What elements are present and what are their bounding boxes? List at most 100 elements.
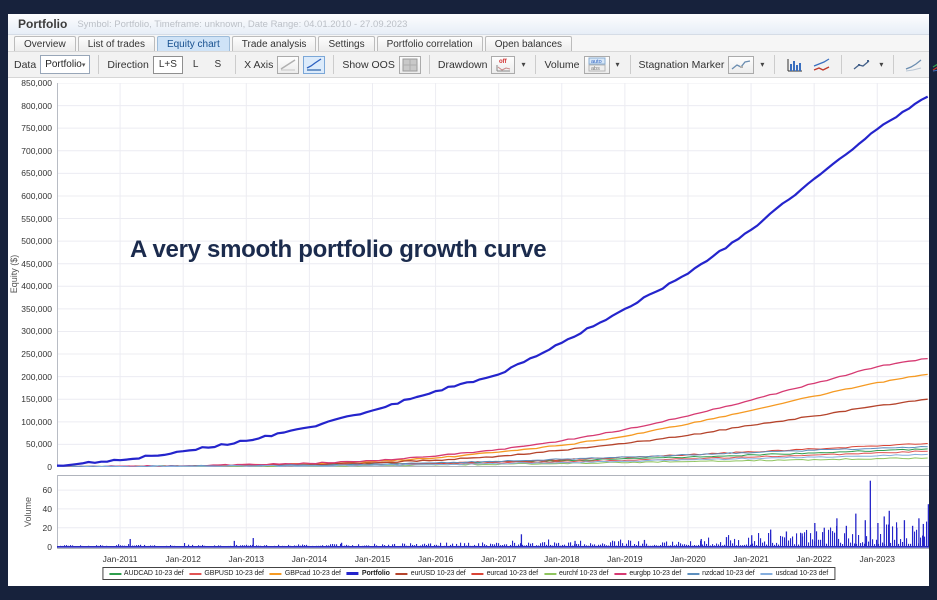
legend-item[interactable]: eurgbp 10-23 def [614, 570, 681, 577]
line-style-dropdown-arrow[interactable]: ▾ [877, 56, 885, 74]
legend-item[interactable]: GBPcad 10-23 def [270, 570, 341, 577]
tab-open-balances[interactable]: Open balances [485, 36, 572, 51]
legend-item[interactable]: Portfolio [347, 570, 390, 577]
legend-item[interactable]: eurchf 10-23 def [544, 570, 608, 577]
equity-y-tick: 750,000 [8, 123, 52, 133]
volume-auto-icon: auto abs [587, 57, 607, 72]
legend-item[interactable]: eurcad 10-23 def [472, 570, 538, 577]
stagnation-marker-icon [731, 58, 751, 72]
equity-y-tick: 550,000 [8, 214, 52, 224]
volume-y-tick: 20 [8, 523, 52, 533]
tab-list-of-trades[interactable]: List of trades [78, 36, 155, 51]
histogram-view-button[interactable] [783, 56, 806, 74]
equity-y-tick: 700,000 [8, 146, 52, 156]
legend-item[interactable]: usdcad 10-23 def [761, 570, 829, 577]
x-axis-date-button[interactable] [303, 56, 325, 74]
data-label: Data [14, 59, 36, 71]
tab-portfolio-correlation[interactable]: Portfolio correlation [377, 36, 483, 51]
legend-marker [761, 573, 773, 575]
stagnation-dropdown-arrow[interactable]: ▾ [758, 56, 766, 74]
drawdown-button[interactable]: off [491, 56, 515, 74]
x-tick: Jan-2021 [720, 554, 782, 564]
multi-curve-view-button[interactable] [929, 56, 937, 74]
equity-y-tick: 0 [8, 462, 52, 472]
legend-label: Portfolio [362, 570, 390, 577]
equity-drawdown-view-button[interactable] [810, 56, 833, 74]
legend-label: eurcad 10-23 def [487, 570, 538, 577]
equity-y-tick: 150,000 [8, 394, 52, 404]
toolbar-separator [630, 55, 631, 74]
volume-dropdown-arrow[interactable]: ▾ [614, 56, 622, 74]
volume-mode-button[interactable]: auto abs [584, 56, 610, 74]
chart-area: Equity ($) A very smooth portfolio growt… [8, 78, 929, 586]
legend-marker [347, 572, 359, 575]
equity-y-tick: 350,000 [8, 304, 52, 314]
x-tick: Jan-2017 [468, 554, 530, 564]
x-axis-label: X Axis [244, 59, 273, 71]
show-oos-button[interactable] [399, 56, 421, 74]
tab-overview[interactable]: Overview [14, 36, 76, 51]
x-axis-trades-button[interactable] [277, 56, 299, 74]
tab-settings[interactable]: Settings [318, 36, 374, 51]
volume-mode-top-text: auto [591, 59, 602, 65]
x-tick: Jan-2023 [846, 554, 908, 564]
tab-bar: OverviewList of tradesEquity chartTrade … [8, 35, 929, 52]
legend-item[interactable]: GBPUSD 10-23 def [189, 570, 264, 577]
direction-long-short-button[interactable]: L+S [153, 56, 183, 74]
window-subtitle: Symbol: Portfolio, Timeframe: unknown, D… [77, 19, 407, 30]
volume-y-tick: 40 [8, 504, 52, 514]
equity-y-tick: 500,000 [8, 236, 52, 246]
toolbar-separator [893, 55, 894, 74]
equity-y-tick: 850,000 [8, 78, 52, 88]
x-axis-linear-icon [280, 58, 296, 71]
window-title: Portfolio [18, 17, 67, 31]
equity-y-tick: 250,000 [8, 349, 52, 359]
legend-marker [270, 573, 282, 575]
legend-marker [614, 573, 626, 575]
legend-item[interactable]: eurUSD 10-23 def [396, 570, 466, 577]
screenshot-frame: Portfolio Symbol: Portfolio, Timeframe: … [0, 0, 937, 600]
legend-label: eurgbp 10-23 def [629, 570, 681, 577]
direction-short-button[interactable]: S [208, 56, 227, 74]
x-tick: Jan-2013 [215, 554, 277, 564]
legend-label: GBPUSD 10-23 def [204, 570, 264, 577]
x-tick: Jan-2015 [341, 554, 403, 564]
legend-label: eurchf 10-23 def [559, 570, 608, 577]
legend-item[interactable]: AUDCAD 10-23 def [109, 570, 183, 577]
volume-chart[interactable] [57, 475, 929, 551]
stagnation-marker-button[interactable] [728, 56, 754, 74]
toolbar-separator [535, 55, 536, 74]
toolbar: Data Portfolio ▾ Direction L+S L S X Axi… [8, 52, 929, 78]
single-curve-view-button[interactable] [902, 56, 925, 74]
x-tick: Jan-2014 [278, 554, 340, 564]
line-style-button[interactable] [850, 56, 873, 74]
legend-label: nzdcad 10-23 def [702, 570, 755, 577]
toolbar-separator [841, 55, 842, 74]
toolbar-separator [774, 55, 775, 74]
toolbar-separator [333, 55, 334, 74]
equity-chart[interactable] [57, 83, 929, 467]
equity-y-tick: 100,000 [8, 417, 52, 427]
toolbar-separator [98, 55, 99, 74]
equity-y-tick: 400,000 [8, 281, 52, 291]
legend-marker [109, 573, 121, 575]
direction-long-button[interactable]: L [187, 56, 205, 74]
title-bar: Portfolio Symbol: Portfolio, Timeframe: … [8, 14, 929, 35]
show-oos-icon [402, 58, 418, 72]
drawdown-dropdown-arrow[interactable]: ▾ [519, 56, 527, 74]
legend-label: usdcad 10-23 def [776, 570, 829, 577]
legend-item[interactable]: nzdcad 10-23 def [687, 570, 755, 577]
equity-drawdown-icon [813, 58, 830, 72]
drawdown-off-icon: off [494, 57, 512, 72]
show-oos-label: Show OOS [342, 59, 395, 71]
data-select[interactable]: Portfolio ▾ [40, 55, 90, 74]
chart-legend: AUDCAD 10-23 def GBPUSD 10-23 def GBPcad 1… [102, 567, 835, 580]
equity-y-tick: 650,000 [8, 168, 52, 178]
tab-equity-chart[interactable]: Equity chart [157, 36, 230, 51]
x-axis-date-icon [306, 58, 322, 71]
legend-marker [396, 573, 408, 575]
legend-label: GBPcad 10-23 def [285, 570, 341, 577]
app-window: Portfolio Symbol: Portfolio, Timeframe: … [8, 14, 929, 586]
volume-mode-bottom-text: abs [591, 66, 600, 72]
tab-trade-analysis[interactable]: Trade analysis [232, 36, 317, 51]
